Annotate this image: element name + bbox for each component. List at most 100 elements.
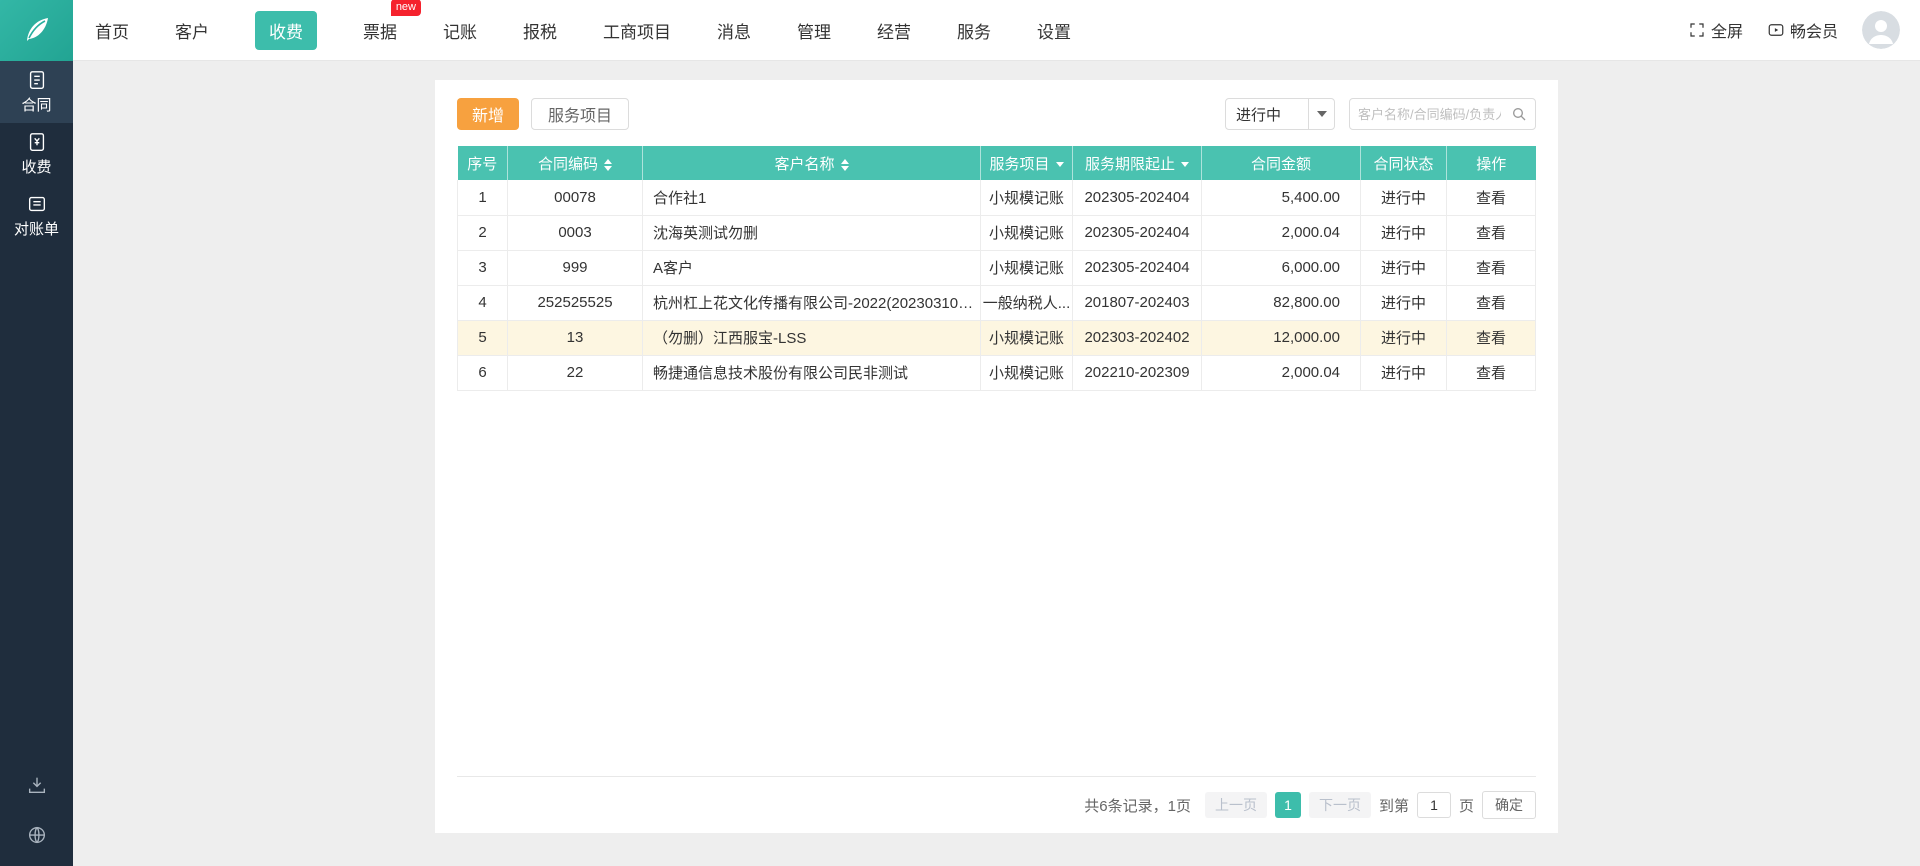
cell-period: 201807-202403 — [1072, 285, 1202, 321]
cell-status: 进行中 — [1360, 250, 1447, 286]
sidebar-nav: 合同 收费 对账单 — [0, 61, 73, 247]
cell-code: 00078 — [507, 180, 643, 216]
sidebar-item-label: 收费 — [21, 159, 52, 176]
cell-service: 小规模记账 — [980, 215, 1073, 251]
fee-icon — [26, 131, 48, 153]
sidebar-item-2[interactable]: 对账单 — [0, 185, 73, 247]
cell-customer: （勿删）江西服宝-LSS — [642, 320, 981, 356]
table-row: 6 22 畅捷通信息技术股份有限公司民非测试 小规模记账 202210-202309 2,… — [457, 355, 1536, 391]
nav-item-2[interactable]: 收费 — [255, 10, 317, 50]
pagination-summary: 共6条记录，1页 — [1084, 797, 1191, 815]
avatar[interactable] — [1862, 11, 1900, 49]
cell-customer: 合作社1 — [642, 180, 981, 216]
nav-item-7[interactable]: 消息 — [717, 11, 751, 50]
nav-item-label: 经营 — [877, 22, 911, 42]
cell-service: 小规模记账 — [980, 355, 1073, 391]
cell-code: 13 — [507, 320, 643, 356]
cell-status: 进行中 — [1360, 355, 1447, 391]
member-label: 畅会员 — [1789, 24, 1838, 41]
member-button[interactable]: 畅会员 — [1767, 18, 1838, 42]
nav-item-label: 消息 — [717, 22, 751, 42]
cell-amount: 5,400.00 — [1201, 180, 1361, 216]
statement-icon — [26, 193, 48, 215]
cell-customer: 杭州杠上花文化传播有限公司-2022(202303101304... — [642, 285, 981, 321]
view-link[interactable]: 查看 — [1476, 225, 1506, 242]
view-link[interactable]: 查看 — [1476, 190, 1506, 207]
status-filter-select[interactable]: 进行中 — [1225, 98, 1335, 130]
cell-code: 999 — [507, 250, 643, 286]
header-amount: 合同金额 — [1201, 146, 1361, 180]
goto-page-input[interactable] — [1416, 792, 1451, 818]
nav-item-8[interactable]: 管理 — [797, 11, 831, 50]
table-row: 3 999 A客户 小规模记账 202305-202404 6,000.00 进行中 查看 — [457, 250, 1536, 286]
nav-item-4[interactable]: 记账 — [443, 11, 477, 50]
cell-amount: 12,000.00 — [1201, 320, 1361, 356]
nav-item-0[interactable]: 首页 — [95, 11, 129, 50]
cell-code: 0003 — [507, 215, 643, 251]
view-link[interactable]: 查看 — [1476, 330, 1506, 347]
page-number-1[interactable]: 1 — [1274, 792, 1301, 818]
cell-period: 202305-202404 — [1072, 180, 1202, 216]
sidebar-item-1[interactable]: 收费 — [0, 123, 73, 185]
header-customer-label: 客户名称 — [774, 155, 835, 173]
search-icon[interactable] — [1509, 106, 1535, 122]
nav-item-label: 票据 — [363, 22, 397, 42]
cell-period: 202305-202404 — [1072, 250, 1202, 286]
cell-action: 查看 — [1446, 215, 1536, 251]
nav-item-10[interactable]: 服务 — [957, 11, 991, 50]
header-service[interactable]: 服务项目 — [980, 146, 1073, 180]
cell-amount: 2,000.04 — [1201, 215, 1361, 251]
cell-action: 查看 — [1446, 320, 1536, 356]
search-input[interactable] — [1350, 106, 1509, 122]
service-items-button[interactable]: 服务项目 — [531, 98, 630, 130]
confirm-button[interactable]: 确定 — [1482, 791, 1536, 819]
cell-action: 查看 — [1446, 355, 1536, 391]
header-no: 序号 — [457, 146, 508, 180]
next-page-button[interactable]: 下一页 — [1308, 792, 1371, 818]
cell-code: 22 — [507, 355, 643, 391]
prev-page-button[interactable]: 上一页 — [1204, 792, 1267, 818]
cell-period: 202303-202402 — [1072, 320, 1202, 356]
goto-prefix: 到第 — [1378, 797, 1409, 815]
view-link[interactable]: 查看 — [1476, 365, 1506, 382]
contract-table-body: 1 00078 合作社1 小规模记账 202305-202404 5,400.00 进行中查… — [457, 180, 1536, 391]
cell-service: 小规模记账 — [980, 320, 1073, 356]
nav-item-label: 收费 — [269, 22, 303, 42]
contract-card: 新增 服务项目 进行中 客户名称/合同编码/负责人 序号 合同编码 客户名称 服… — [435, 80, 1558, 833]
fullscreen-button[interactable]: 全屏 — [1688, 18, 1743, 42]
table-row: 1 00078 合作社1 小规模记账 202305-202404 5,400.00 进行中 查… — [457, 180, 1536, 216]
download-icon[interactable] — [26, 774, 48, 796]
nav-item-1[interactable]: 客户 — [175, 11, 209, 50]
sidebar-item-0[interactable]: 合同 — [0, 61, 73, 123]
view-link[interactable]: 查看 — [1476, 295, 1506, 312]
search-box — [1349, 98, 1536, 130]
nav-item-9[interactable]: 经营 — [877, 11, 911, 50]
cell-customer: A客户 — [642, 250, 981, 286]
header-customer[interactable]: 客户名称 — [642, 146, 981, 180]
contract-icon — [26, 69, 48, 91]
nav-item-label: 首页 — [95, 22, 129, 42]
cell-amount: 82,800.00 — [1201, 285, 1361, 321]
header-action: 操作 — [1446, 146, 1536, 180]
add-button[interactable]: 新增 — [457, 98, 520, 130]
sidebar-item-label: 对账单 — [13, 221, 59, 238]
cell-action: 查看 — [1446, 250, 1536, 286]
cell-no: 6 — [457, 355, 508, 391]
fullscreen-icon — [1688, 21, 1706, 39]
header-period[interactable]: 服务期限起止 — [1072, 146, 1202, 180]
cell-service: 小规模记账 — [980, 250, 1073, 286]
nav-item-label: 记账 — [443, 22, 477, 42]
nav-item-5[interactable]: 报税 — [523, 11, 557, 50]
table-row: 2 0003 沈海英测试勿删 小规模记账 202305-202404 2,000.04 进行… — [457, 215, 1536, 251]
cell-no: 4 — [457, 285, 508, 321]
globe-icon[interactable] — [26, 824, 48, 846]
contract-table: 序号 合同编码 客户名称 服务项目 服务期限起止 合同金额 合同状态 操作 10… — [457, 146, 1536, 391]
new-badge: new — [390, 0, 421, 16]
nav-item-6[interactable]: 工商项目 — [603, 11, 671, 50]
app-logo[interactable] — [0, 0, 73, 61]
nav-item-3[interactable]: 票据 new — [363, 0, 421, 50]
header-code-label: 合同编码 — [537, 155, 598, 173]
view-link[interactable]: 查看 — [1476, 260, 1506, 277]
nav-item-11[interactable]: 设置 — [1037, 11, 1071, 50]
header-code[interactable]: 合同编码 — [507, 146, 643, 180]
